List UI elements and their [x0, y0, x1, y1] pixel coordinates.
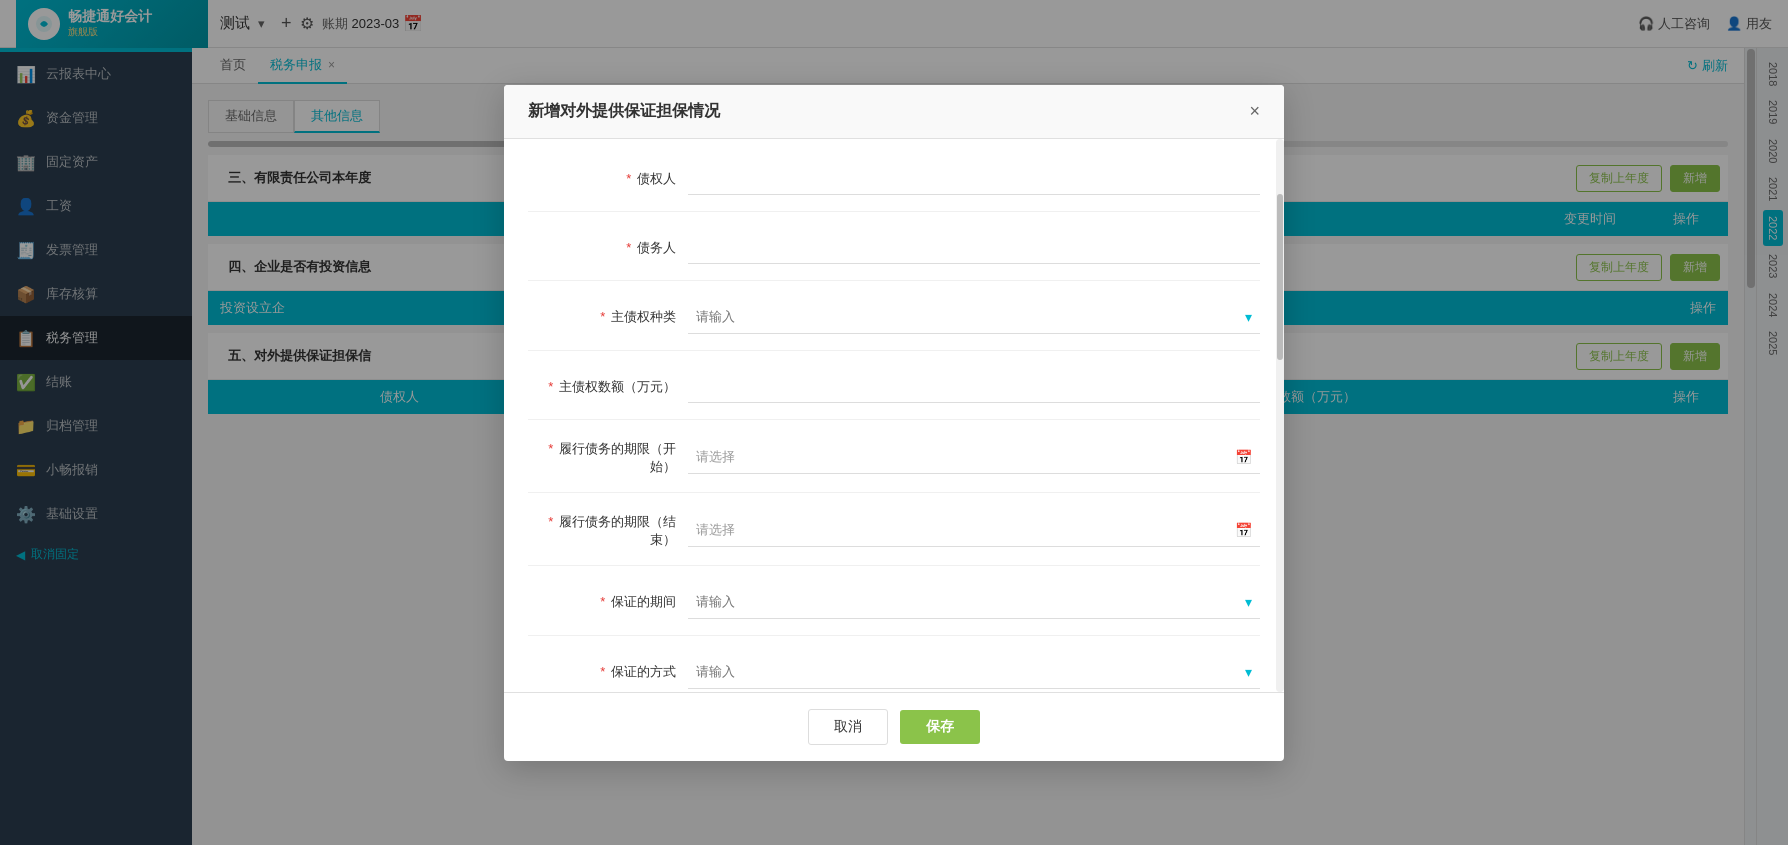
scroll-thumb: [1277, 194, 1283, 360]
form-row-claim-type: * 主债权种类 ▾: [528, 301, 1260, 351]
form-row-creditor: * 债权人: [528, 163, 1260, 212]
claim-type-required-star: *: [600, 309, 605, 324]
form-row-claim-amount: * 主债权数额（万元）: [528, 371, 1260, 420]
period-start-calendar-icon[interactable]: 📅: [1227, 449, 1260, 465]
period-start-placeholder[interactable]: 请选择: [688, 441, 1227, 473]
form-row-period-end: * 履行债务的期限（结束） 请选择 📅: [528, 513, 1260, 566]
dialog-close-button[interactable]: ×: [1249, 101, 1260, 122]
form-row-period-start: * 履行债务的期限（开始） 请选择 📅: [528, 440, 1260, 493]
guarantee-period-arrow-icon[interactable]: ▾: [1237, 594, 1260, 610]
dialog-header: 新增对外提供保证担保情况 ×: [504, 85, 1284, 139]
dialog-body: * 债权人 * 债务人 * 主债权种类 ▾: [504, 139, 1284, 692]
debtor-required-star: *: [626, 240, 631, 255]
period-end-placeholder[interactable]: 请选择: [688, 514, 1227, 546]
period-end-label: * 履行债务的期限（结束）: [528, 513, 688, 549]
period-start-required-star: *: [548, 441, 553, 456]
period-end-date-wrap: 请选择 📅: [688, 514, 1260, 547]
claim-type-input[interactable]: [688, 301, 1237, 333]
guarantee-period-label: * 保证的期间: [528, 593, 688, 611]
debtor-label: * 债务人: [528, 239, 688, 257]
dialog-footer: 取消 保存: [504, 692, 1284, 761]
guarantee-method-required-star: *: [600, 664, 605, 679]
guarantee-method-select-wrap: ▾: [688, 656, 1260, 689]
dialog-title: 新增对外提供保证担保情况: [528, 101, 720, 122]
claim-amount-input[interactable]: [688, 371, 1260, 403]
period-end-required-star: *: [548, 514, 553, 529]
scroll-track: [1276, 139, 1284, 692]
guarantee-method-input[interactable]: [688, 656, 1237, 688]
form-row-debtor: * 债务人: [528, 232, 1260, 281]
guarantee-method-arrow-icon[interactable]: ▾: [1237, 664, 1260, 680]
guarantee-period-required-star: *: [600, 594, 605, 609]
period-start-label: * 履行债务的期限（开始）: [528, 440, 688, 476]
claim-amount-label: * 主债权数额（万元）: [528, 378, 688, 396]
creditor-required-star: *: [626, 171, 631, 186]
claim-amount-required-star: *: [548, 379, 553, 394]
creditor-input[interactable]: [688, 163, 1260, 195]
form-row-guarantee-period: * 保证的期间 ▾: [528, 586, 1260, 636]
form-row-guarantee-method: * 保证的方式 ▾: [528, 656, 1260, 692]
dialog-scrollbar[interactable]: [1276, 139, 1284, 692]
guarantee-period-input[interactable]: [688, 586, 1237, 618]
debtor-input[interactable]: [688, 232, 1260, 264]
guarantee-method-label: * 保证的方式: [528, 663, 688, 681]
save-button[interactable]: 保存: [900, 710, 980, 744]
claim-type-arrow-icon[interactable]: ▾: [1237, 309, 1260, 325]
add-guarantee-dialog: 新增对外提供保证担保情况 × * 债权人 * 债务人: [504, 85, 1284, 761]
period-start-date-wrap: 请选择 📅: [688, 441, 1260, 474]
cancel-button[interactable]: 取消: [808, 709, 888, 745]
period-end-calendar-icon[interactable]: 📅: [1227, 522, 1260, 538]
guarantee-period-select-wrap: ▾: [688, 586, 1260, 619]
claim-type-select-wrap: ▾: [688, 301, 1260, 334]
claim-type-label: * 主债权种类: [528, 308, 688, 326]
creditor-label: * 债权人: [528, 170, 688, 188]
